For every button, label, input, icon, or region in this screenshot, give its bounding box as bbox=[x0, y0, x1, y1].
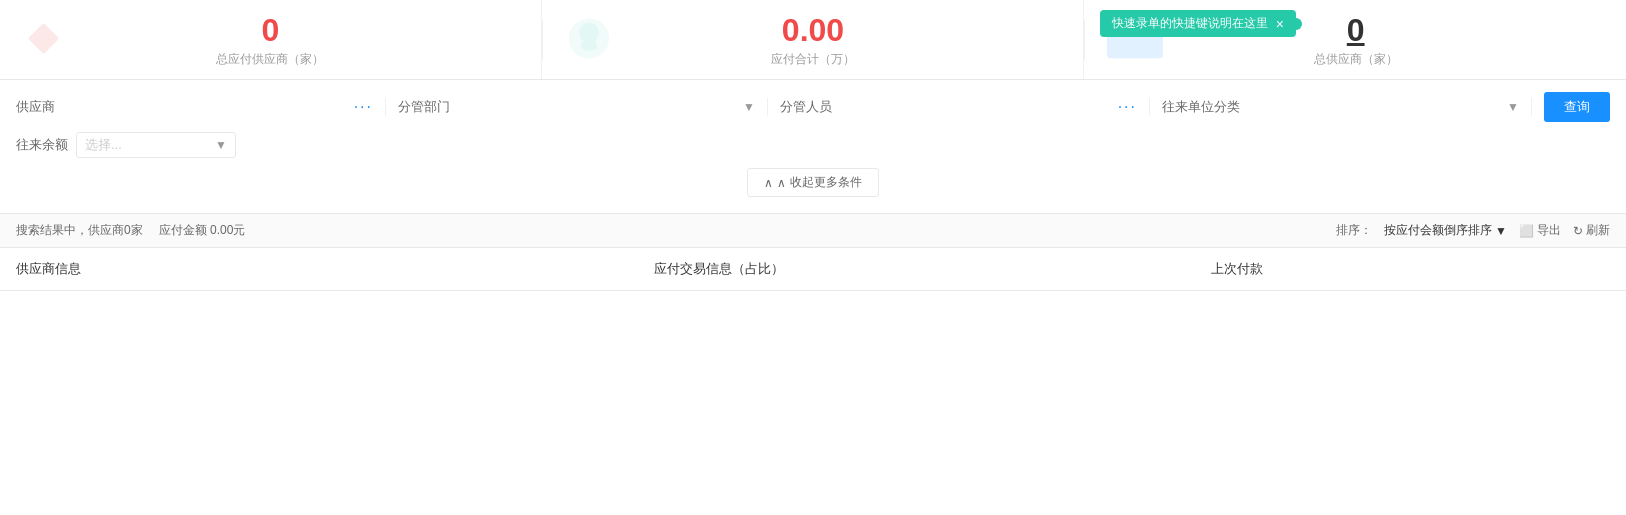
refresh-label: 刷新 bbox=[1586, 222, 1610, 239]
shortcut-tooltip: 快速录单的快捷键说明在这里 × bbox=[1100, 10, 1296, 37]
payable-suppliers-number: 0 bbox=[261, 11, 279, 49]
stat-payable-suppliers: 0 总应付供应商（家） bbox=[0, 0, 542, 79]
department-select[interactable]: ▼ bbox=[458, 100, 755, 114]
sort-label: 排序： bbox=[1336, 222, 1372, 239]
manager-label: 分管人员 bbox=[780, 98, 832, 116]
col-supplier-header: 供应商信息 bbox=[16, 260, 654, 278]
sort-option: 按应付会额倒序排序 bbox=[1384, 222, 1492, 239]
unit-category-chevron: ▼ bbox=[1507, 100, 1519, 114]
supplier-filter: 供应商 ··· bbox=[16, 98, 386, 116]
collapse-button[interactable]: ∧ ∧ 收起更多条件 bbox=[747, 168, 878, 197]
supplier-count: 搜索结果中，供应商0家 bbox=[16, 222, 143, 239]
supplier-dots[interactable]: ··· bbox=[354, 98, 373, 116]
table-header: 供应商信息 应付交易信息（占比） 上次付款 bbox=[0, 248, 1626, 291]
payable-total-label: 应付合计（万） bbox=[771, 51, 855, 68]
filter-row-1: 供应商 ··· 分管部门 ▼ 分管人员 ··· 往来单位分类 ▼ bbox=[16, 92, 1610, 122]
total-suppliers-label: 总供应商（家） bbox=[1314, 51, 1398, 68]
stats-bar: 0 总应付供应商（家） 0.00 应付合计（万） 快速录单的快捷键说明在这里 × bbox=[0, 0, 1626, 80]
svg-point-2 bbox=[579, 22, 599, 42]
result-info: 搜索结果中，供应商0家 应付金额 0.00元 bbox=[16, 222, 245, 239]
department-label: 分管部门 bbox=[398, 98, 450, 116]
total-suppliers-number[interactable]: 0 bbox=[1347, 11, 1365, 49]
data-table: 供应商信息 应付交易信息（占比） 上次付款 bbox=[0, 248, 1626, 515]
col-payment-header: 上次付款 bbox=[1211, 260, 1610, 278]
export-label: 导出 bbox=[1537, 222, 1561, 239]
filter-bar: 供应商 ··· 分管部门 ▼ 分管人员 ··· 往来单位分类 ▼ bbox=[0, 80, 1626, 214]
department-chevron: ▼ bbox=[743, 100, 755, 114]
result-actions: 排序： 按应付会额倒序排序 ▼ ⬜ 导出 ↻ 刷新 bbox=[1336, 222, 1610, 239]
unit-category-label: 往来单位分类 bbox=[1162, 98, 1240, 116]
col-trade-header: 应付交易信息（占比） bbox=[654, 260, 1212, 278]
pig-icon bbox=[563, 12, 615, 67]
payable-total-number: 0.00 bbox=[782, 11, 844, 49]
svg-rect-3 bbox=[581, 40, 597, 50]
manager-dots[interactable]: ··· bbox=[1118, 98, 1137, 116]
refresh-icon: ↻ bbox=[1573, 224, 1583, 238]
department-filter: 分管部门 ▼ bbox=[386, 98, 768, 116]
diamond-icon bbox=[20, 14, 68, 65]
sort-chevron: ▼ bbox=[1495, 224, 1507, 238]
table-body bbox=[0, 291, 1626, 515]
svg-rect-0 bbox=[28, 22, 59, 53]
unit-category-select[interactable]: ▼ bbox=[1248, 100, 1519, 114]
payable-suppliers-label: 总应付供应商（家） bbox=[216, 51, 324, 68]
collapse-label: 收起更多条件 bbox=[790, 174, 862, 191]
unit-category-filter: 往来单位分类 ▼ bbox=[1150, 98, 1532, 116]
manager-input[interactable] bbox=[840, 100, 1110, 115]
export-button[interactable]: ⬜ 导出 bbox=[1519, 222, 1561, 239]
stat-payable-total: 0.00 应付合计（万） bbox=[543, 0, 1085, 79]
tooltip-text: 快速录单的快捷键说明在这里 bbox=[1112, 15, 1268, 32]
balance-label: 往来余额 bbox=[16, 136, 68, 154]
balance-chevron: ▼ bbox=[215, 138, 227, 152]
tooltip-close-btn[interactable]: × bbox=[1276, 17, 1284, 31]
supplier-label: 供应商 bbox=[16, 98, 58, 116]
sort-select[interactable]: 按应付会额倒序排序 ▼ bbox=[1384, 222, 1507, 239]
balance-select[interactable]: 选择... ▼ bbox=[76, 132, 236, 158]
supplier-input[interactable] bbox=[66, 100, 346, 115]
manager-filter: 分管人员 ··· bbox=[768, 98, 1150, 116]
query-button[interactable]: 查询 bbox=[1544, 92, 1610, 122]
export-icon: ⬜ bbox=[1519, 224, 1534, 238]
balance-placeholder: 选择... bbox=[85, 136, 215, 154]
result-bar: 搜索结果中，供应商0家 应付金额 0.00元 排序： 按应付会额倒序排序 ▼ ⬜… bbox=[0, 214, 1626, 248]
collapse-icon: ∧ ∧ bbox=[764, 176, 785, 190]
refresh-button[interactable]: ↻ 刷新 bbox=[1573, 222, 1610, 239]
payable-amount: 应付金额 0.00元 bbox=[159, 222, 246, 239]
filter-row-2: 往来余额 选择... ▼ bbox=[16, 132, 1610, 158]
